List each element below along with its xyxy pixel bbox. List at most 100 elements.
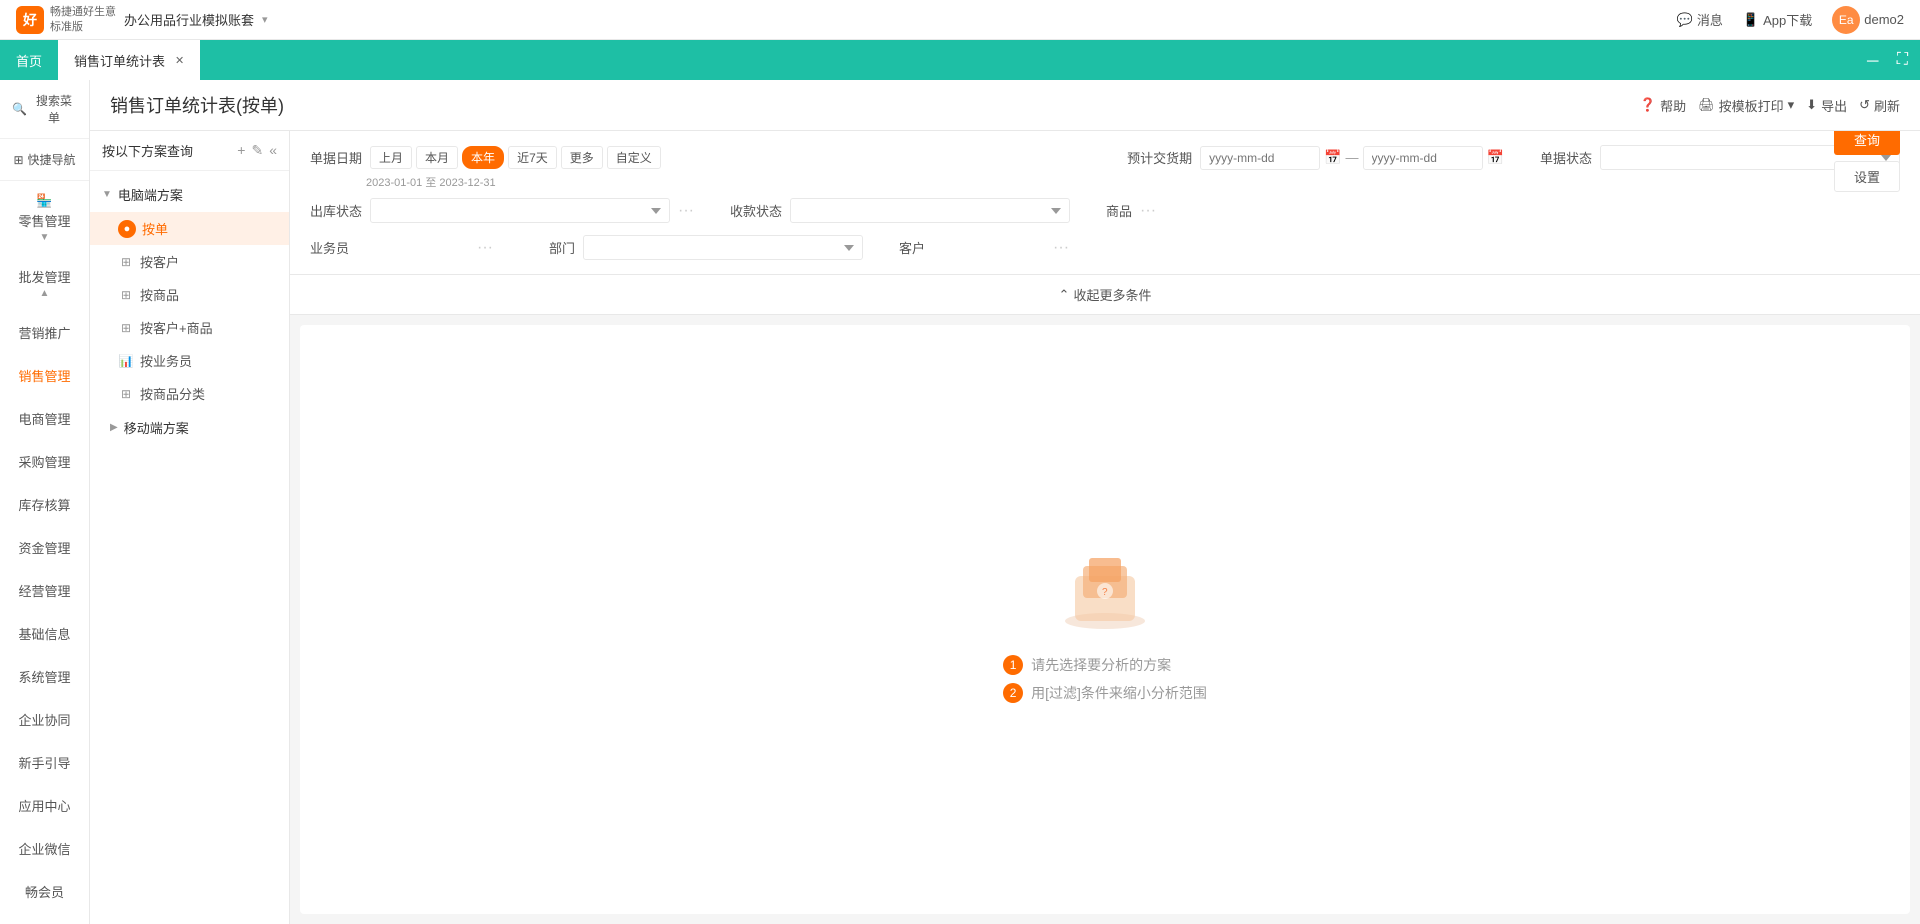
tab-sales-order-stats[interactable]: 销售订单统计表 ✕ [58, 40, 200, 80]
empty-hints: 1 请先选择要分析的方案 2 用[过滤]条件来缩小分析范围 [1003, 655, 1207, 703]
sidebar-item-membership[interactable]: 畅会员 [0, 870, 89, 913]
expected-delivery-to-input[interactable] [1363, 146, 1483, 170]
sidebar-item-retail[interactable]: 🏪 零售管理 ▼ [0, 181, 89, 255]
sidebar-item-wholesale[interactable]: 批发管理 ▲ [0, 255, 89, 311]
print-dropdown-icon: ▾ [1788, 97, 1795, 113]
tab-bar-actions: － ⛶ [1861, 40, 1920, 80]
help-btn[interactable]: ❓ 帮助 [1640, 96, 1686, 115]
date-btn-this-month[interactable]: 本月 [416, 146, 458, 169]
shipment-more-icon[interactable]: ··· [678, 202, 694, 220]
sidebar-item-sales[interactable]: 销售管理 [0, 354, 89, 397]
top-bar-right: 💬 消息 📱 App下载 Ea demo2 [1677, 6, 1904, 34]
message-btn[interactable]: 💬 消息 [1677, 10, 1723, 29]
edit-scheme-btn[interactable]: ✎ [251, 142, 263, 159]
tree-group-mobile-header[interactable]: ▶ 移动端方案 [90, 410, 289, 445]
customer-label: 客户 [899, 238, 925, 257]
user-menu[interactable]: Ea demo2 [1832, 6, 1904, 34]
tab-home[interactable]: 首页 [0, 40, 58, 80]
date-btn-last-month[interactable]: 上月 [370, 146, 412, 169]
tree-item-by-salesperson-label: 按业务员 [140, 351, 192, 370]
calendar-from-icon[interactable]: 📅 [1324, 149, 1341, 166]
sidebar: 🔍 搜索菜单 ⊞ 快捷导航 🏪 零售管理 ▼ 批发管理 ▲ 营销推广 [0, 80, 90, 924]
calendar-to-icon[interactable]: 📅 [1487, 149, 1504, 166]
expected-delivery-input-group: 📅 — 📅 [1200, 146, 1504, 170]
salesperson-more-icon[interactable]: ··· [477, 239, 493, 257]
expected-delivery-label: 预计交货期 [1127, 148, 1192, 167]
print-template-btn[interactable]: 🖨 按模板打印 ▾ [1698, 96, 1794, 115]
sidebar-item-enterprise-wechat[interactable]: 企业微信 [0, 827, 89, 870]
tree-group-pc-header[interactable]: ▼ 电脑端方案 [90, 177, 289, 212]
sidebar-item-purchase[interactable]: 采购管理 [0, 440, 89, 483]
top-bar: 好 畅捷通好生意 标准版 办公用品行业模拟账套 ▾ 💬 消息 📱 App下载 E… [0, 0, 1920, 40]
tree-item-by-category[interactable]: ⊞ 按商品分类 [90, 377, 289, 410]
tree-item-by-customer-product[interactable]: ⊞ 按客户+商品 [90, 311, 289, 344]
empty-illustration: ? [1045, 536, 1165, 639]
tree-item-icon-5: ⊞ [118, 386, 134, 402]
filter-receipt-status-item: 收款状态 [730, 198, 1070, 223]
tab-close-btn[interactable]: ✕ [175, 54, 184, 67]
collapse-bar: ⌃ 收起更多条件 [290, 275, 1920, 315]
tree-item-icon-4: 📊 [118, 353, 134, 369]
app-title-dropdown[interactable]: ▾ [262, 13, 268, 26]
collapse-more-conditions-btn[interactable]: ⌃ 收起更多条件 [1059, 285, 1152, 304]
download-icon: 📱 [1743, 12, 1759, 28]
department-label: 部门 [549, 238, 575, 257]
sidebar-item-system[interactable]: 系统管理 [0, 655, 89, 698]
tree-item-by-product-label: 按商品 [140, 285, 179, 304]
refresh-btn[interactable]: ↺ 刷新 [1859, 96, 1900, 115]
sidebar-item-finance[interactable]: 资金管理 [0, 526, 89, 569]
sidebar-item-basic[interactable]: 基础信息 [0, 612, 89, 655]
settings-btn[interactable]: 设置 [1834, 161, 1900, 192]
date-btn-more[interactable]: 更多 [561, 146, 603, 169]
sidebar-item-ecommerce[interactable]: 电商管理 [0, 397, 89, 440]
left-panel: 按以下方案查询 + ✎ « ▼ 电脑端方案 ● [90, 131, 290, 924]
date-btn-custom[interactable]: 自定义 [607, 146, 661, 169]
department-select[interactable] [583, 235, 863, 260]
date-btn-7days[interactable]: 近7天 [508, 146, 557, 169]
main-layout: 🔍 搜索菜单 ⊞ 快捷导航 🏪 零售管理 ▼ 批发管理 ▲ 营销推广 [0, 80, 1920, 924]
customer-more-icon[interactable]: ··· [1053, 239, 1069, 257]
product-more-icon[interactable]: ··· [1140, 202, 1156, 220]
quick-nav-btn[interactable]: ⊞ 快捷导航 [0, 145, 89, 174]
tree-item-by-customer[interactable]: ⊞ 按客户 [90, 245, 289, 278]
tree-item-by-category-label: 按商品分类 [140, 384, 205, 403]
sidebar-item-marketing[interactable]: 营销推广 [0, 311, 89, 354]
date-label: 单据日期 [310, 148, 362, 167]
content-area: 销售订单统计表(按单) ❓ 帮助 🖨 按模板打印 ▾ ⬇ 导出 ↺ 刷新 [90, 80, 1920, 924]
receipt-status-label: 收款状态 [730, 201, 782, 220]
tab-bar: 首页 销售订单统计表 ✕ － ⛶ [0, 40, 1920, 80]
shipment-status-select[interactable] [370, 198, 670, 223]
search-menu-btn[interactable]: 🔍 搜索菜单 [8, 88, 81, 130]
tree-item-icon-2: ⊞ [118, 287, 134, 303]
tree-item-by-salesperson[interactable]: 📊 按业务员 [90, 344, 289, 377]
hint-num-2: 2 [1003, 683, 1023, 703]
export-btn[interactable]: ⬇ 导出 [1806, 96, 1847, 115]
filter-date-item: 单据日期 上月 本月 本年 近7天 更多 自定义 [310, 146, 661, 169]
query-btn[interactable]: 查询 [1834, 131, 1900, 155]
date-btn-this-year[interactable]: 本年 [462, 146, 504, 169]
receipt-status-select[interactable] [790, 198, 1070, 223]
filter-customer-item: 客户 ··· [899, 238, 1069, 257]
tree-item-by-order[interactable]: ● 按单 [90, 212, 289, 245]
tab-minimize-btn[interactable]: － [1861, 44, 1885, 76]
sidebar-item-newbie[interactable]: 新手引导 [0, 741, 89, 784]
sidebar-quick-nav: ⊞ 快捷导航 [0, 139, 89, 181]
active-item-icon: ● [118, 220, 136, 238]
filter-area-wrapper: 单据日期 上月 本月 本年 近7天 更多 自定义 [290, 131, 1920, 315]
tree-group-pc-label: 电脑端方案 [118, 185, 183, 204]
sidebar-item-inventory[interactable]: 库存核算 [0, 483, 89, 526]
sidebar-item-enterprise[interactable]: 企业协同 [0, 698, 89, 741]
sidebar-item-operations[interactable]: 经营管理 [0, 569, 89, 612]
page-header: 销售订单统计表(按单) ❓ 帮助 🖨 按模板打印 ▾ ⬇ 导出 ↺ 刷新 [90, 80, 1920, 131]
expected-delivery-from-input[interactable] [1200, 146, 1320, 170]
sidebar-item-app-center[interactable]: 应用中心 [0, 784, 89, 827]
tree-item-icon: ⊞ [118, 254, 134, 270]
filter-product-item: 商品 ··· [1106, 201, 1156, 220]
tab-expand-btn[interactable]: ⛶ [1893, 47, 1912, 73]
filter-row-2: 出库状态 ··· 收款状态 [310, 198, 1900, 223]
tree-item-by-product[interactable]: ⊞ 按商品 [90, 278, 289, 311]
app-download-btn[interactable]: 📱 App下载 [1743, 10, 1812, 29]
right-panel: 单据日期 上月 本月 本年 近7天 更多 自定义 [290, 131, 1920, 924]
add-scheme-btn[interactable]: + [237, 142, 245, 159]
collapse-panel-btn[interactable]: « [269, 142, 277, 159]
